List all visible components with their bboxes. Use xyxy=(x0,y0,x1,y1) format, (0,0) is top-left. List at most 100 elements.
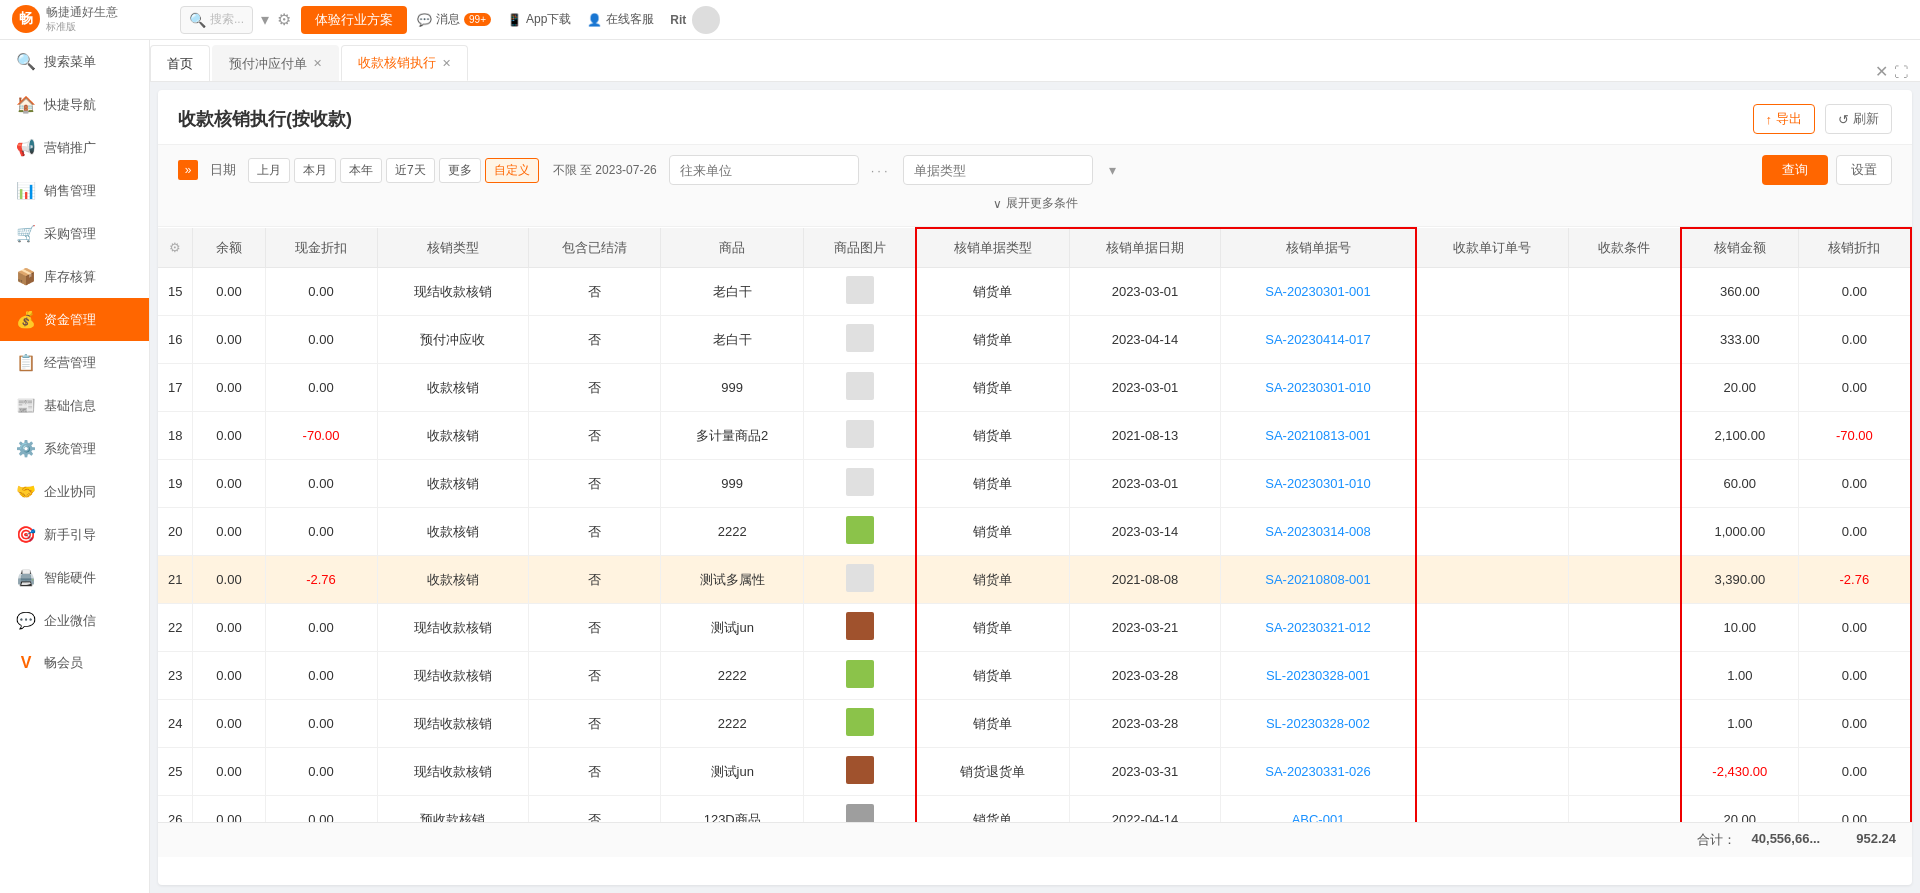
window-maximize-btn[interactable]: ⛶ xyxy=(1894,64,1908,80)
table-footer: 合计： 40,556,66... 952.24 xyxy=(158,822,1912,857)
app-download-btn[interactable]: 📱 App下载 xyxy=(507,11,571,28)
tab-home[interactable]: 首页 xyxy=(150,45,210,81)
voucher-type-input[interactable] xyxy=(903,155,1093,185)
dropdown-icon[interactable]: ▾ xyxy=(261,10,269,29)
cell-id: 18 xyxy=(158,412,193,460)
table-body: 15 0.00 0.00 现结收款核销 否 老白干 销货单 2023-03-01… xyxy=(158,268,1911,823)
filter-expand-icon[interactable]: ▾ xyxy=(1109,162,1116,178)
export-button[interactable]: ↑ 导出 xyxy=(1753,104,1816,134)
sidebar-item-inventory[interactable]: 📦 库存核算 xyxy=(0,255,149,298)
cell-cash-discount: 0.00 xyxy=(265,748,377,796)
cell-writeoff-amount: 1.00 xyxy=(1681,652,1798,700)
cell-writeoff-amount: 10.00 xyxy=(1681,604,1798,652)
cell-writeoff-voucher-type: 销货单 xyxy=(916,316,1069,364)
sidebar-item-purchase[interactable]: 🛒 采购管理 xyxy=(0,212,149,255)
date-btn-last-month[interactable]: 上月 xyxy=(248,158,290,183)
cell-product-image xyxy=(804,556,917,604)
cell-writeoff-date: 2023-03-21 xyxy=(1069,604,1221,652)
cell-balance: 0.00 xyxy=(193,604,265,652)
settings-icon[interactable]: ⚙ xyxy=(277,10,291,29)
query-button[interactable]: 查询 xyxy=(1762,155,1828,185)
cell-cash-discount: 0.00 xyxy=(265,364,377,412)
sidebar-item-collab[interactable]: 🤝 企业协同 xyxy=(0,470,149,513)
cell-balance: 0.00 xyxy=(193,748,265,796)
cell-writeoff-type: 收款核销 xyxy=(377,460,529,508)
cell-include-settled: 否 xyxy=(529,316,661,364)
cell-receipt-condition xyxy=(1568,268,1681,316)
sidebar-item-weixin[interactable]: 💬 企业微信 xyxy=(0,599,149,642)
collab-icon: 🤝 xyxy=(16,482,36,501)
sidebar-item-vip[interactable]: V 畅会员 xyxy=(0,642,149,684)
sidebar-item-sales[interactable]: 📊 销售管理 xyxy=(0,169,149,212)
table-row: 17 0.00 0.00 收款核销 否 999 销货单 2023-03-01 S… xyxy=(158,364,1911,412)
cell-writeoff-date: 2021-08-13 xyxy=(1069,412,1221,460)
cell-writeoff-discount: -70.00 xyxy=(1798,412,1911,460)
cell-product-image xyxy=(804,604,917,652)
cell-receipt-order xyxy=(1416,268,1569,316)
cell-writeoff-no: SA-20230301-001 xyxy=(1221,268,1416,316)
filter-row: » 日期 上月 本月 本年 近7天 更多 自定义 不限 至 2023-07-26 xyxy=(178,155,1892,185)
cell-id: 24 xyxy=(158,700,193,748)
sidebar-item-guide[interactable]: 🎯 新手引导 xyxy=(0,513,149,556)
message-btn[interactable]: 💬 消息 99+ xyxy=(417,11,491,28)
cell-writeoff-type: 收款核销 xyxy=(377,364,529,412)
cell-include-settled: 否 xyxy=(529,604,661,652)
refresh-button[interactable]: ↺ 刷新 xyxy=(1825,104,1892,134)
cell-id: 26 xyxy=(158,796,193,823)
cell-balance: 0.00 xyxy=(193,796,265,823)
sidebar-item-hardware[interactable]: 🖨️ 智能硬件 xyxy=(0,556,149,599)
cell-writeoff-type: 预付冲应收 xyxy=(377,316,529,364)
cell-product-image xyxy=(804,316,917,364)
tab-writeoff[interactable]: 收款核销执行 ✕ xyxy=(341,45,468,81)
cell-writeoff-discount: -2.76 xyxy=(1798,556,1911,604)
cell-balance: 0.00 xyxy=(193,652,265,700)
sidebar-item-management[interactable]: 📋 经营管理 xyxy=(0,341,149,384)
cell-writeoff-amount: 60.00 xyxy=(1681,460,1798,508)
industry-btn[interactable]: 体验行业方案 xyxy=(301,6,407,34)
date-btn-7days[interactable]: 近7天 xyxy=(386,158,435,183)
cell-balance: 0.00 xyxy=(193,556,265,604)
tab-prepay[interactable]: 预付冲应付单 ✕ xyxy=(212,45,339,81)
search-bar[interactable]: 🔍 搜索... xyxy=(180,6,253,34)
col-writeoff-type: 核销类型 xyxy=(377,228,529,268)
sidebar-item-search[interactable]: 🔍 搜索菜单 xyxy=(0,40,149,83)
cell-receipt-order xyxy=(1416,652,1569,700)
cell-receipt-condition xyxy=(1568,652,1681,700)
sidebar-item-marketing[interactable]: 📢 营销推广 xyxy=(0,126,149,169)
counterpart-input[interactable] xyxy=(669,155,859,185)
cell-writeoff-type: 现结收款核销 xyxy=(377,604,529,652)
setting-button[interactable]: 设置 xyxy=(1836,155,1892,185)
date-btn-more[interactable]: 更多 xyxy=(439,158,481,183)
cell-receipt-order xyxy=(1416,700,1569,748)
sidebar-item-finance[interactable]: 💰 资金管理 xyxy=(0,298,149,341)
cell-writeoff-date: 2023-03-31 xyxy=(1069,748,1221,796)
user-area[interactable]: Rit xyxy=(670,6,720,34)
cell-include-settled: 否 xyxy=(529,652,661,700)
cell-writeoff-type: 收款核销 xyxy=(377,508,529,556)
cell-cash-discount: 0.00 xyxy=(265,268,377,316)
date-range-text: 不限 至 2023-07-26 xyxy=(553,163,657,177)
sidebar-item-system[interactable]: ⚙️ 系统管理 xyxy=(0,427,149,470)
filter-bar: » 日期 上月 本月 本年 近7天 更多 自定义 不限 至 2023-07-26 xyxy=(158,145,1912,227)
sidebar-item-nav[interactable]: 🏠 快捷导航 xyxy=(0,83,149,126)
tab-close-writeoff[interactable]: ✕ xyxy=(442,57,451,70)
expand-arrow-btn[interactable]: » xyxy=(178,160,198,180)
col-settings[interactable]: ⚙ xyxy=(158,228,193,268)
date-btn-this-year[interactable]: 本年 xyxy=(340,158,382,183)
cell-product: 测试jun xyxy=(661,748,804,796)
expand-more-btn[interactable]: ∨ 展开更多条件 xyxy=(178,191,1892,216)
sidebar: 🔍 搜索菜单 🏠 快捷导航 📢 营销推广 📊 销售管理 🛒 采购管理 📦 库存核… xyxy=(0,40,150,893)
window-close-btn[interactable]: ✕ xyxy=(1875,62,1888,81)
col-product: 商品 xyxy=(661,228,804,268)
date-btn-custom[interactable]: 自定义 xyxy=(485,158,539,183)
cell-product: 老白干 xyxy=(661,268,804,316)
cell-writeoff-date: 2023-03-01 xyxy=(1069,460,1221,508)
col-writeoff-no: 核销单据号 xyxy=(1221,228,1416,268)
online-service-btn[interactable]: 👤 在线客服 xyxy=(587,11,654,28)
cell-writeoff-amount: 2,100.00 xyxy=(1681,412,1798,460)
cell-writeoff-no: SA-20230314-008 xyxy=(1221,508,1416,556)
tab-bar: 首页 预付冲应付单 ✕ 收款核销执行 ✕ ✕ ⛶ xyxy=(150,40,1920,82)
date-btn-this-month[interactable]: 本月 xyxy=(294,158,336,183)
tab-close-prepay[interactable]: ✕ xyxy=(313,57,322,70)
sidebar-item-basic[interactable]: 📰 基础信息 xyxy=(0,384,149,427)
